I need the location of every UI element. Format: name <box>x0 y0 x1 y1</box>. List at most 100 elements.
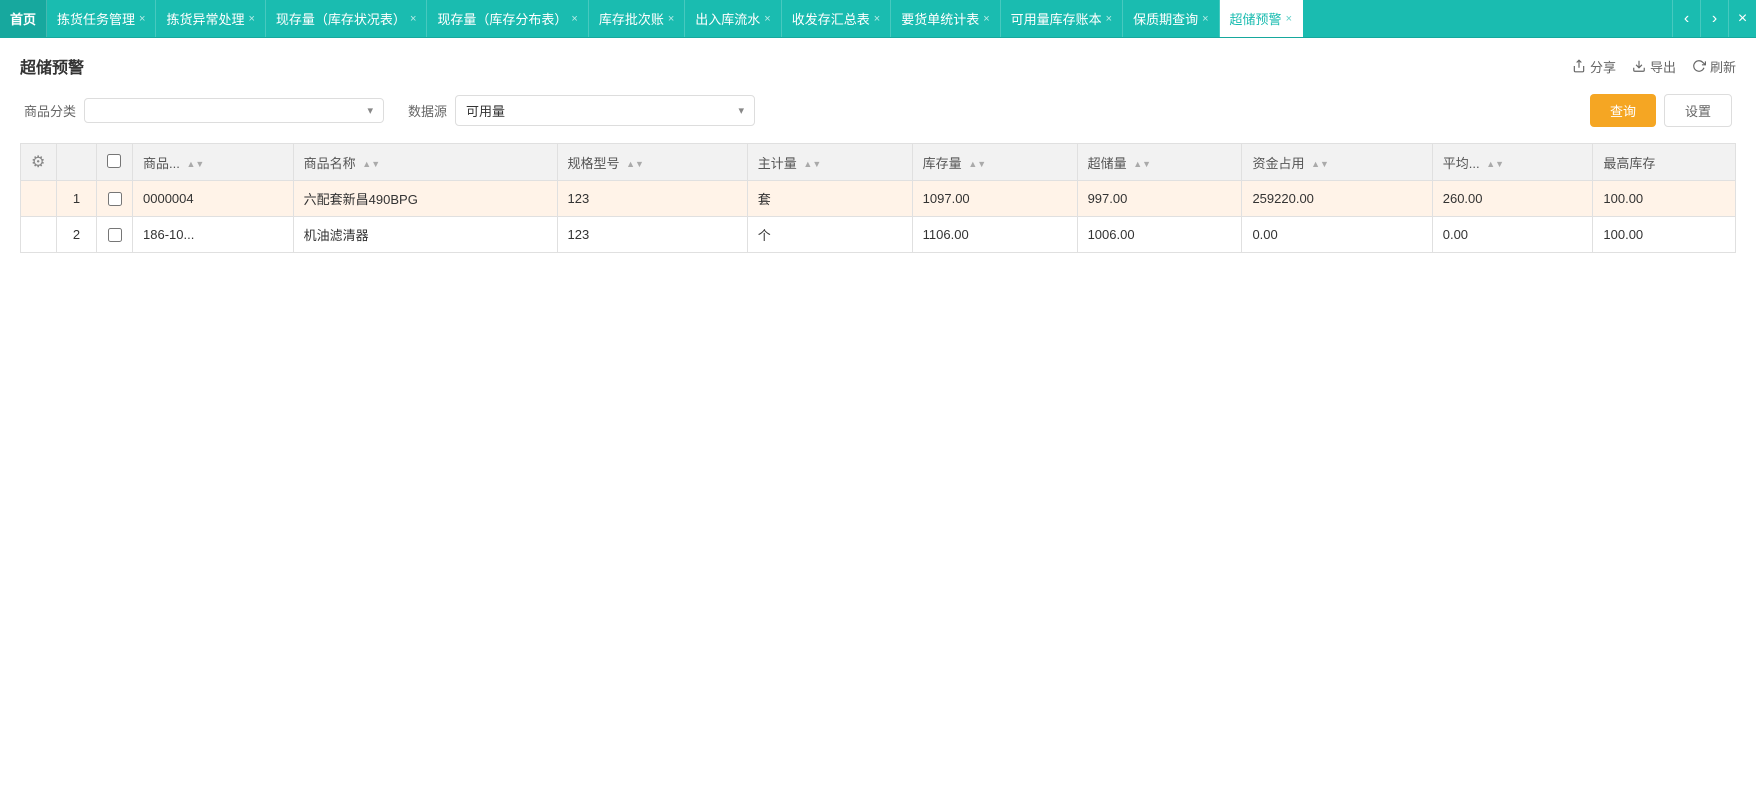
row-product-name: 六配套新昌490BPG <box>293 181 557 217</box>
sort-icon-product-code: ▲▼ <box>186 160 204 169</box>
nav-tab-batch-account-close[interactable]: × <box>668 13 674 25</box>
datasource-select[interactable]: 可用量 ▾ <box>455 95 755 126</box>
row-stock: 1106.00 <box>912 217 1077 253</box>
row-check-cell <box>97 181 133 217</box>
col-header-unit[interactable]: 主计量 ▲▼ <box>747 144 912 181</box>
share-button[interactable]: 分享 <box>1572 57 1616 76</box>
select-all-checkbox[interactable] <box>107 154 121 168</box>
nav-tab-inventory-status[interactable]: 现存量（库存状况表） × <box>266 0 427 37</box>
filter-row: 商品分类 ▾ 数据源 可用量 ▾ 查询 设置 <box>20 94 1736 127</box>
nav-tab-abnormal[interactable]: 拣货异常处理 × <box>156 0 265 37</box>
row-num-cell: 2 <box>57 217 97 253</box>
nav-tab-batch-account[interactable]: 库存批次账 × <box>589 0 685 37</box>
nav-arrow-right[interactable]: › <box>1700 0 1728 37</box>
nav-tab-inout-flow-label: 出入库流水 <box>695 9 760 28</box>
nav-tab-available-account[interactable]: 可用量库存账本 × <box>1001 0 1123 37</box>
category-select-chevron: ▾ <box>367 104 373 117</box>
nav-tab-home[interactable]: 首页 <box>0 0 47 37</box>
nav-tab-abnormal-label: 拣货异常处理 <box>166 9 244 28</box>
sort-icon-stock: ▲▼ <box>968 160 986 169</box>
table-row: 2 186-10... 机油滤清器 123 个 1106.00 1006.00 … <box>21 217 1736 253</box>
datasource-filter-group: 数据源 可用量 ▾ <box>408 95 755 126</box>
nav-tab-order-stat-close[interactable]: × <box>983 13 989 25</box>
nav-tab-quality-check-close[interactable]: × <box>1202 13 1208 25</box>
nav-tab-inout-flow-close[interactable]: × <box>764 13 770 25</box>
col-header-product-code-label: 商品... <box>143 156 180 171</box>
nav-tab-overstock-warning-label: 超储预警 <box>1230 9 1282 28</box>
col-header-avg-label: 平均... <box>1443 156 1480 171</box>
nav-tab-quality-check[interactable]: 保质期查询 × <box>1123 0 1219 37</box>
nav-tab-inventory-status-label: 现存量（库存状况表） <box>276 9 406 28</box>
nav-tab-home-label: 首页 <box>10 9 36 28</box>
col-header-stock[interactable]: 库存量 ▲▼ <box>912 144 1077 181</box>
nav-tab-inventory-status-close[interactable]: × <box>410 13 416 25</box>
refresh-label: 刷新 <box>1710 57 1736 76</box>
col-header-capital-label: 资金占用 <box>1252 156 1304 171</box>
row-spec: 123 <box>557 181 747 217</box>
refresh-icon <box>1692 59 1706 73</box>
filter-buttons: 查询 设置 <box>1590 94 1732 127</box>
row-settings-cell <box>21 217 57 253</box>
col-header-product-code[interactable]: 商品... ▲▼ <box>133 144 294 181</box>
settings-button[interactable]: 设置 <box>1664 94 1732 127</box>
nav-tab-order-stat[interactable]: 要货单统计表 × <box>891 0 1000 37</box>
export-icon <box>1632 59 1646 73</box>
nav-tab-quality-check-label: 保质期查询 <box>1133 9 1198 28</box>
query-button[interactable]: 查询 <box>1590 94 1656 127</box>
col-header-settings: ⚙ <box>21 144 57 181</box>
col-header-spec[interactable]: 规格型号 ▲▼ <box>557 144 747 181</box>
nav-tab-inventory-dist[interactable]: 现存量（库存分布表） × <box>427 0 588 37</box>
page-content: 超储预警 分享 导出 <box>0 38 1756 800</box>
nav-tab-overstock-warning-close[interactable]: × <box>1286 13 1292 25</box>
row-overstock: 1006.00 <box>1077 217 1242 253</box>
nav-tab-inventory-dist-close[interactable]: × <box>571 13 577 25</box>
nav-tab-available-account-close[interactable]: × <box>1106 13 1112 25</box>
nav-arrow-left[interactable]: ‹ <box>1672 0 1700 37</box>
nav-tab-recv-send[interactable]: 收发存汇总表 × <box>782 0 891 37</box>
nav-arrows: ‹ › × <box>1672 0 1756 37</box>
nav-tab-task-mgmt-label: 拣货任务管理 <box>57 9 135 28</box>
header-actions: 分享 导出 刷新 <box>1572 57 1736 76</box>
col-header-overstock[interactable]: 超储量 ▲▼ <box>1077 144 1242 181</box>
nav-tab-recv-send-close[interactable]: × <box>874 13 880 25</box>
row-unit: 套 <box>747 181 912 217</box>
nav-tab-task-mgmt-close[interactable]: × <box>139 13 145 25</box>
table-row: 1 0000004 六配套新昌490BPG 123 套 1097.00 997.… <box>21 181 1736 217</box>
share-icon <box>1572 59 1586 73</box>
row-checkbox[interactable] <box>108 228 122 242</box>
row-avg: 0.00 <box>1432 217 1593 253</box>
row-checkbox[interactable] <box>108 192 122 206</box>
settings-gear-icon[interactable]: ⚙ <box>31 154 45 171</box>
col-header-check <box>97 144 133 181</box>
col-header-product-name[interactable]: 商品名称 ▲▼ <box>293 144 557 181</box>
nav-tab-overstock-warning[interactable]: 超储预警 × <box>1220 0 1303 37</box>
nav-tab-inout-flow[interactable]: 出入库流水 × <box>685 0 781 37</box>
export-button[interactable]: 导出 <box>1632 57 1676 76</box>
sort-icon-avg: ▲▼ <box>1486 160 1504 169</box>
sort-icon-unit: ▲▼ <box>803 160 821 169</box>
row-unit: 个 <box>747 217 912 253</box>
nav-tab-available-account-label: 可用量库存账本 <box>1011 9 1102 28</box>
col-header-capital[interactable]: 资金占用 ▲▼ <box>1242 144 1432 181</box>
category-filter-group: 商品分类 ▾ <box>24 98 384 123</box>
datasource-select-chevron: ▾ <box>739 104 745 117</box>
nav-tab-task-mgmt[interactable]: 拣货任务管理 × <box>47 0 156 37</box>
nav-tab-abnormal-close[interactable]: × <box>248 13 254 25</box>
row-settings-cell <box>21 181 57 217</box>
col-header-max-stock-label: 最高库存 <box>1603 156 1655 171</box>
row-check-cell <box>97 217 133 253</box>
row-spec: 123 <box>557 217 747 253</box>
col-header-avg[interactable]: 平均... ▲▼ <box>1432 144 1593 181</box>
nav-arrow-close[interactable]: × <box>1728 0 1756 37</box>
col-header-unit-label: 主计量 <box>758 156 797 171</box>
top-nav: 首页 拣货任务管理 × 拣货异常处理 × 现存量（库存状况表） × 现存量（库存… <box>0 0 1756 38</box>
sort-icon-product-name: ▲▼ <box>362 160 380 169</box>
row-max-stock: 100.00 <box>1593 181 1736 217</box>
category-select[interactable]: ▾ <box>84 98 384 123</box>
refresh-button[interactable]: 刷新 <box>1692 57 1736 76</box>
nav-tab-recv-send-label: 收发存汇总表 <box>792 9 870 28</box>
datasource-select-value: 可用量 <box>466 101 505 120</box>
nav-tab-order-stat-label: 要货单统计表 <box>901 9 979 28</box>
col-header-max-stock[interactable]: 最高库存 <box>1593 144 1736 181</box>
row-capital: 259220.00 <box>1242 181 1432 217</box>
